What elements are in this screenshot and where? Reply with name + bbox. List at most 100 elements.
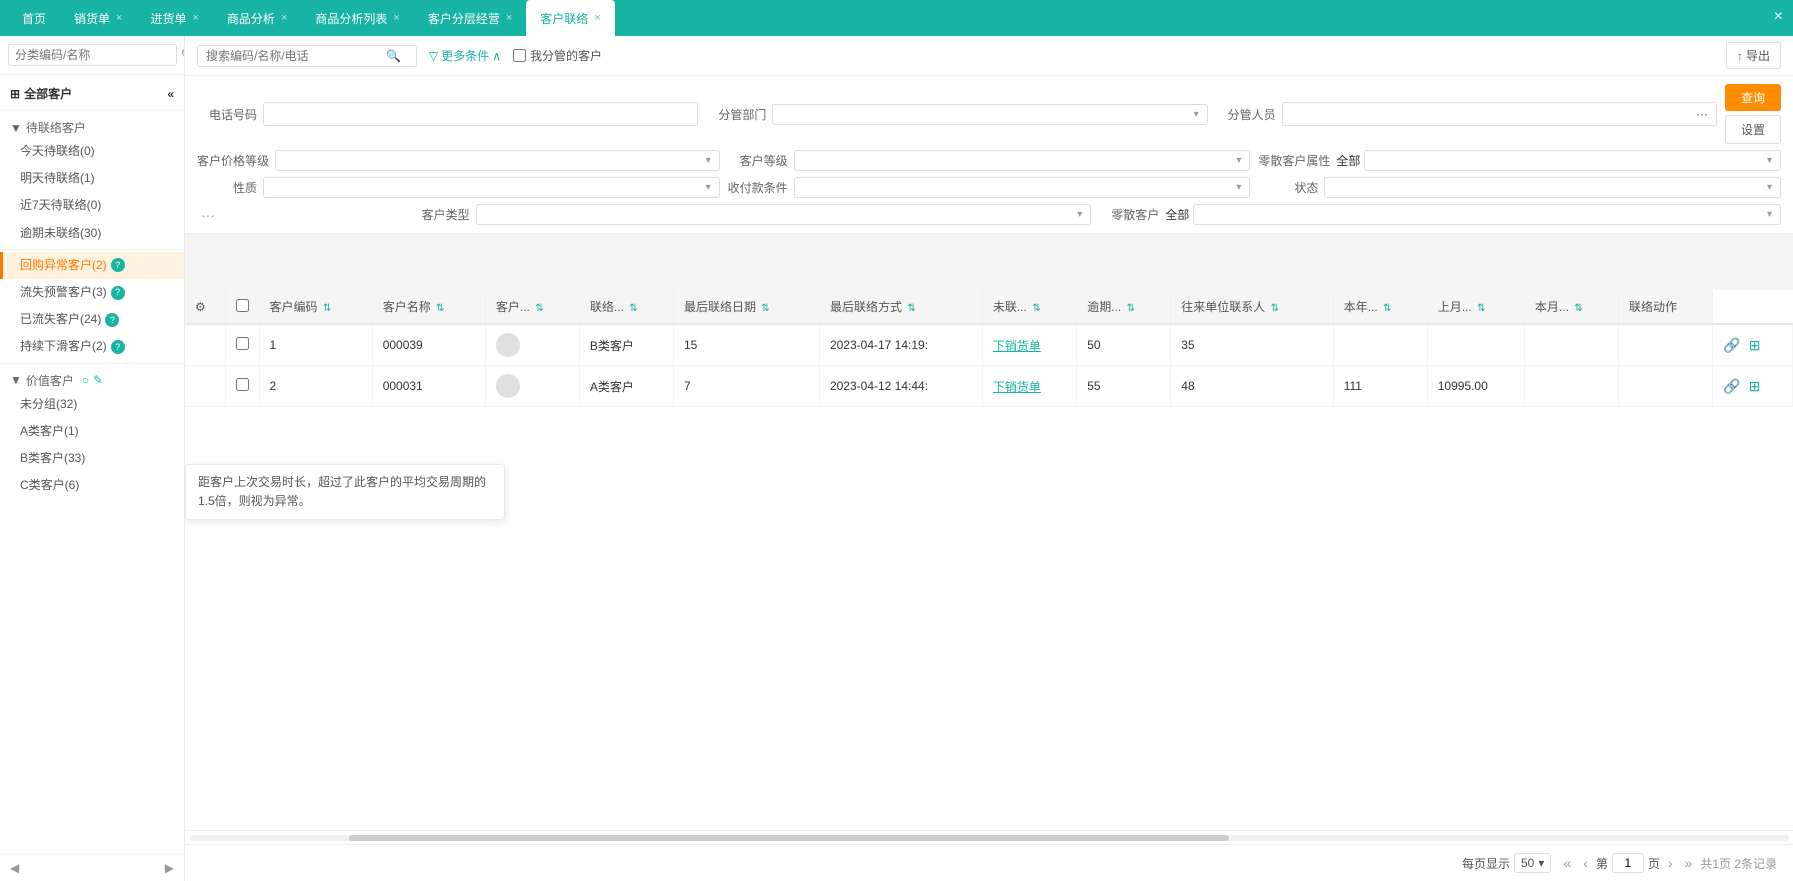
col-customer-level[interactable]: 客户... ⇅ <box>485 290 579 324</box>
sidebar-item-class-c[interactable]: C类客户(6) <box>0 472 184 499</box>
close-sales-icon[interactable]: × <box>116 12 122 24</box>
nature-select[interactable]: ▾ <box>263 177 720 198</box>
filter-dept: 分管部门 ▾ <box>706 104 1207 125</box>
scroll-thumb[interactable] <box>349 835 1229 841</box>
sidebar-left-arrow[interactable]: ◀ <box>10 861 19 875</box>
row1-year <box>1427 324 1524 366</box>
churned-help-icon[interactable]: ? <box>105 313 119 327</box>
sidebar-search-input[interactable] <box>8 44 177 66</box>
nav-product-analysis-list[interactable]: 商品分析列表 × <box>301 0 413 36</box>
prev-page-button[interactable]: ‹ <box>1579 853 1592 873</box>
next-page-button[interactable]: › <box>1664 853 1677 873</box>
col-last-contact-method[interactable]: 最后联络方式 ⇅ <box>819 290 982 324</box>
sidebar-right-arrow[interactable]: ▶ <box>165 861 174 875</box>
window-close-button[interactable]: × <box>1774 8 1783 26</box>
close-product-analysis-list-icon[interactable]: × <box>393 12 399 24</box>
page-number-input[interactable] <box>1612 853 1644 873</box>
sidebar-item-declining[interactable]: 持续下滑客户(2) ? <box>0 333 184 360</box>
close-customer-contact-icon[interactable]: × <box>594 12 600 24</box>
close-product-analysis-icon[interactable]: × <box>281 12 287 24</box>
close-purchase-icon[interactable]: × <box>192 12 198 24</box>
nav-sales[interactable]: 销货单 × <box>60 0 136 36</box>
sidebar-item-tomorrow[interactable]: 明天待联络(1) <box>0 165 184 192</box>
sidebar-all-customers[interactable]: ⊞ 全部客户 « <box>0 79 184 108</box>
phone-input[interactable] <box>263 102 698 126</box>
table-area[interactable]: ⚙ 客户编码 ⇅ 客户名称 ⇅ 客户... ⇅ <box>185 290 1793 830</box>
col-customer-code[interactable]: 客户编码 ⇅ <box>259 290 372 324</box>
more-conditions-button[interactable]: ▽ 更多条件 ∧ <box>429 47 501 64</box>
settings-button[interactable]: 设置 <box>1725 115 1781 144</box>
search-input-wrap[interactable]: 🔍 <box>197 45 417 67</box>
sidebar-item-abnormal[interactable]: 回购异常客户(2) ? <box>0 252 184 279</box>
checkbox-col[interactable] <box>225 290 259 324</box>
row2-checkbox[interactable] <box>225 366 259 407</box>
col-customer-name[interactable]: 客户名称 ⇅ <box>372 290 485 324</box>
main-search-icon[interactable]: 🔍 <box>386 49 401 63</box>
price-level-select[interactable]: ▾ <box>275 150 720 171</box>
phone-label: 电话号码 <box>197 106 257 123</box>
sidebar-item-class-a[interactable]: A类客户(1) <box>0 418 184 445</box>
row1-link-icon[interactable]: 🔗 <box>1723 337 1740 354</box>
my-customers-checkbox[interactable]: 我分管的客户 <box>513 47 602 64</box>
row2-link-icon[interactable]: 🔗 <box>1723 378 1740 395</box>
last-page-button[interactable]: » <box>1681 853 1697 873</box>
gear-col[interactable]: ⚙ <box>185 290 225 324</box>
collapse-icon[interactable]: « <box>167 87 174 101</box>
row2-name <box>485 366 579 407</box>
close-customer-segment-icon[interactable]: × <box>506 12 512 24</box>
declining-help-icon[interactable]: ? <box>111 340 125 354</box>
sidebar-item-today[interactable]: 今天待联络(0) <box>0 138 184 165</box>
export-button[interactable]: ↑ 导出 <box>1726 42 1781 69</box>
customer-type-select[interactable]: ▾ <box>476 204 1092 225</box>
dept-select[interactable]: ▾ <box>772 104 1207 125</box>
query-button[interactable]: 查询 <box>1725 84 1781 111</box>
col-contact-count[interactable]: 联络... ⇅ <box>579 290 673 324</box>
row1-action: 🔗 ⊞ <box>1713 324 1793 366</box>
row1-grid-icon[interactable]: ⊞ <box>1749 337 1761 354</box>
my-customers-check[interactable] <box>513 49 526 62</box>
retail-customer-select[interactable]: ▾ <box>1193 204 1781 225</box>
payment-select[interactable]: ▾ <box>794 177 1251 198</box>
row2-last-method: 下销货单 <box>982 366 1076 407</box>
col-this-month[interactable]: 本月... ⇅ <box>1524 290 1618 324</box>
sidebar-item-class-b[interactable]: B类客户(33) <box>0 445 184 472</box>
sidebar-item-churn-warning[interactable]: 流失预警客户(3) ? <box>0 279 184 306</box>
horizontal-scrollbar[interactable] <box>185 830 1793 844</box>
page-size-select[interactable]: 50 ▾ <box>1514 853 1551 873</box>
retail-attr-select[interactable]: ▾ <box>1364 150 1781 171</box>
nav-home[interactable]: 首页 <box>8 0 60 36</box>
col-contacts[interactable]: 往来单位联系人 ⇅ <box>1171 290 1333 324</box>
col-overdue[interactable]: 逾期... ⇅ <box>1077 290 1171 324</box>
sidebar-item-churned[interactable]: 已流失客户(24) ? <box>0 306 184 333</box>
col-year-amount[interactable]: 本年... ⇅ <box>1333 290 1427 324</box>
sort-icon-level: ⇅ <box>535 303 543 314</box>
abnormal-help-icon[interactable]: ? <box>111 258 125 272</box>
value-section[interactable]: ▼ 价值客户 ○ ✎ <box>0 366 184 391</box>
first-page-button[interactable]: « <box>1559 853 1575 873</box>
sidebar-item-7days[interactable]: 近7天待联络(0) <box>0 192 184 219</box>
value-edit-icon[interactable]: ○ <box>82 373 89 387</box>
col-uncontacted[interactable]: 未联... ⇅ <box>982 290 1076 324</box>
more-icon[interactable]: ··· <box>197 207 219 223</box>
main-search-input[interactable] <box>206 49 386 63</box>
filter-person: 分管人员 ··· <box>1216 102 1717 126</box>
customer-level-select[interactable]: ▾ <box>794 150 1251 171</box>
scroll-track <box>189 835 1789 841</box>
sidebar-item-overdue[interactable]: 逾期未联络(30) <box>0 220 184 247</box>
total-count: 共1页 2条记录 <box>1700 855 1777 872</box>
col-last-month[interactable]: 上月... ⇅ <box>1427 290 1524 324</box>
row1-checkbox[interactable] <box>225 324 259 366</box>
value-edit2-icon[interactable]: ✎ <box>93 373 103 387</box>
nav-customer-contact[interactable]: 客户联络 × <box>526 0 614 36</box>
col-last-contact-date[interactable]: 最后联络日期 ⇅ <box>673 290 819 324</box>
person-select[interactable]: ··· <box>1282 102 1717 126</box>
nav-product-analysis[interactable]: 商品分析 × <box>213 0 301 36</box>
row2-grid-icon[interactable]: ⊞ <box>1749 378 1761 395</box>
status-select[interactable]: ▾ <box>1324 177 1781 198</box>
select-all-checkbox[interactable] <box>236 299 249 312</box>
nav-customer-segment[interactable]: 客户分层经营 × <box>414 0 526 36</box>
sidebar-item-ungroup[interactable]: 未分组(32) <box>0 391 184 418</box>
pending-section[interactable]: ▼ 待联络客户 <box>0 113 184 138</box>
churn-warning-help-icon[interactable]: ? <box>111 286 125 300</box>
nav-purchase[interactable]: 进货单 × <box>136 0 212 36</box>
